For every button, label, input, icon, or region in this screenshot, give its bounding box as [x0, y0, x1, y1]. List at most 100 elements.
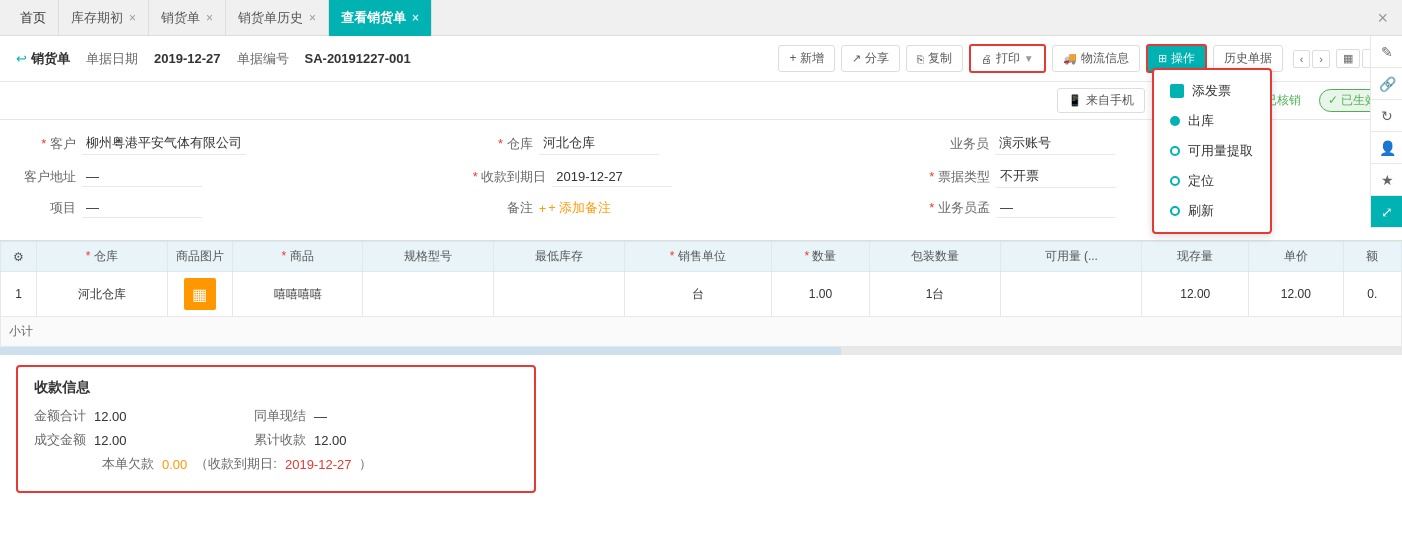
horizontal-scrollbar[interactable] — [0, 347, 1402, 355]
dropdown-locate[interactable]: 定位 — [1154, 166, 1270, 196]
dropdown-outbound[interactable]: 出库 — [1154, 106, 1270, 136]
dropdown-refresh[interactable]: 刷新 — [1154, 196, 1270, 226]
tab-bar: 首页 库存期初 × 销货单 × 销货单历史 × 查看销货单 × × — [0, 0, 1402, 36]
address-value: — — [82, 167, 202, 187]
operations-dropdown: 添发票 出库 可用量提取 定位 刷新 — [1152, 68, 1272, 234]
project-label: 项目 — [16, 199, 76, 217]
new-button[interactable]: + 新增 — [778, 45, 834, 72]
tab-inventory-init-close[interactable]: × — [129, 11, 136, 25]
cell-product: 嘻嘻嘻嘻 — [232, 272, 363, 317]
layout-table[interactable]: ▦ — [1336, 49, 1360, 68]
subtotal-label: 小计 — [1, 317, 1402, 347]
share-button[interactable]: ↗ 分享 — [841, 45, 900, 72]
right-icon-refresh[interactable]: ↻ — [1371, 100, 1402, 132]
copy-button[interactable]: ⎘ 复制 — [906, 45, 963, 72]
right-icon-star[interactable]: ★ — [1371, 164, 1402, 196]
address-field: 客户地址 — — [16, 167, 473, 187]
col-amount: 额 — [1343, 242, 1401, 272]
cell-available — [1000, 272, 1141, 317]
cell-unit: 台 — [624, 272, 771, 317]
deal-amount-value: 12.00 — [94, 433, 127, 448]
col-product-img: 商品图片 — [167, 242, 232, 272]
col-min-stock: 最低库存 — [494, 242, 625, 272]
balance-value: 0.00 — [162, 457, 187, 472]
note-label: 备注 — [473, 199, 533, 217]
right-icon-panel: ✎ 🔗 ↻ 👤 ★ ⤢ — [1370, 36, 1402, 228]
warehouse-field: 仓库 河北仓库 — [473, 132, 930, 155]
nav-prev[interactable]: ‹ — [1293, 50, 1311, 68]
due-date-label: 收款到期日 — [473, 168, 547, 186]
payment-info-box: 收款信息 金额合计 12.00 同单现结 — 成交金额 12.00 累计收款 1… — [16, 365, 536, 493]
right-icon-expand[interactable]: ⤢ — [1371, 196, 1402, 228]
add-invoice-icon — [1170, 84, 1184, 98]
doc-type-icon: ↩ 销货单 — [16, 50, 70, 68]
address-label: 客户地址 — [16, 168, 76, 186]
cell-amount: 0. — [1343, 272, 1401, 317]
payment-row-3: 本单欠款 0.00 （收款到期日: 2019-12-27 ） — [34, 455, 518, 473]
project-value: — — [82, 198, 202, 218]
window-close-button[interactable]: × — [1371, 7, 1394, 28]
logistics-button[interactable]: 🚚 物流信息 — [1052, 45, 1140, 72]
customer-label: 客户 — [16, 135, 76, 153]
salesperson-value: — — [996, 198, 1116, 218]
ticket-type-label: 票据类型 — [929, 168, 990, 186]
customer-field: 客户 柳州粤港平安气体有限公司 — [16, 132, 473, 155]
ticket-type-value: 不开票 — [996, 165, 1116, 188]
cell-no: 1 — [1, 272, 37, 317]
payment-row-2: 成交金额 12.00 累计收款 12.00 — [34, 431, 518, 449]
col-quantity: * 数量 — [771, 242, 870, 272]
cell-quantity: 1.00 — [771, 272, 870, 317]
payment-total-value: 12.00 — [94, 409, 127, 424]
print-button[interactable]: 🖨 打印 ▼ — [969, 44, 1046, 73]
doc-number-label: 单据编号 — [237, 50, 289, 68]
doc-date-value: 2019-12-27 — [154, 51, 221, 66]
col-unit-price: 单价 — [1249, 242, 1344, 272]
doc-date-label: 单据日期 — [86, 50, 138, 68]
col-spec: 规格型号 — [363, 242, 494, 272]
payment-total: 金额合计 12.00 — [34, 407, 214, 425]
col-stock: 现存量 — [1142, 242, 1249, 272]
cumulative-label: 累计收款 — [254, 431, 306, 449]
due-date-field: 收款到期日 2019-12-27 — [473, 167, 930, 187]
tab-sales-order-history-close[interactable]: × — [309, 11, 316, 25]
product-image: ▦ — [184, 278, 216, 310]
doc-number-value: SA-20191227-001 — [305, 51, 411, 66]
cell-warehouse: 河北仓库 — [37, 272, 168, 317]
table-header-row: ⚙ * 仓库 商品图片 * 商品 规格型号 最低库存 * 销售单位 * 数量 包… — [1, 242, 1402, 272]
balance-label: 本单欠款 — [102, 455, 154, 473]
cell-spec — [363, 272, 494, 317]
tab-view-sales-order-close[interactable]: × — [412, 11, 419, 25]
doc-meta: 单据日期 2019-12-27 单据编号 SA-20191227-001 — [86, 50, 411, 68]
tab-inventory-init[interactable]: 库存期初 × — [59, 0, 149, 36]
dropdown-add-invoice[interactable]: 添发票 — [1154, 76, 1270, 106]
col-warehouse: * 仓库 — [37, 242, 168, 272]
col-unit: * 销售单位 — [624, 242, 771, 272]
refresh-icon — [1170, 206, 1180, 216]
cell-min-stock — [494, 272, 625, 317]
right-icon-edit[interactable]: ✎ — [1371, 36, 1402, 68]
same-order-settle-label: 同单现结 — [254, 407, 306, 425]
tab-sales-order-history[interactable]: 销货单历史 × — [226, 0, 329, 36]
table-row: 1 河北仓库 ▦ 嘻嘻嘻嘻 台 1.00 1台 12.00 12.00 0. — [1, 272, 1402, 317]
outbound-icon — [1170, 116, 1180, 126]
dropdown-available-extract[interactable]: 可用量提取 — [1154, 136, 1270, 166]
tab-sales-order-close[interactable]: × — [206, 11, 213, 25]
col-available: 可用量 (... — [1000, 242, 1141, 272]
tab-home[interactable]: 首页 — [8, 0, 59, 36]
right-icon-user[interactable]: 👤 — [1371, 132, 1402, 164]
col-settings[interactable]: ⚙ — [1, 242, 37, 272]
nav-arrows: ‹ › — [1293, 50, 1330, 68]
data-table: ⚙ * 仓库 商品图片 * 商品 规格型号 最低库存 * 销售单位 * 数量 包… — [0, 241, 1402, 347]
add-note-button[interactable]: + + 添加备注 — [539, 199, 612, 217]
note-field: 备注 + + 添加备注 — [473, 199, 930, 217]
nav-next[interactable]: › — [1312, 50, 1330, 68]
warehouse-label: 仓库 — [473, 135, 533, 153]
balance-date: 2019-12-27 — [285, 457, 352, 472]
tab-view-sales-order[interactable]: 查看销货单 × — [329, 0, 432, 36]
from-phone-button[interactable]: 📱 来自手机 — [1057, 88, 1145, 113]
tab-sales-order[interactable]: 销货单 × — [149, 0, 226, 36]
right-icon-link[interactable]: 🔗 — [1371, 68, 1402, 100]
due-date-value: 2019-12-27 — [552, 167, 672, 187]
col-pack-qty: 包装数量 — [870, 242, 1001, 272]
payment-total-label: 金额合计 — [34, 407, 86, 425]
